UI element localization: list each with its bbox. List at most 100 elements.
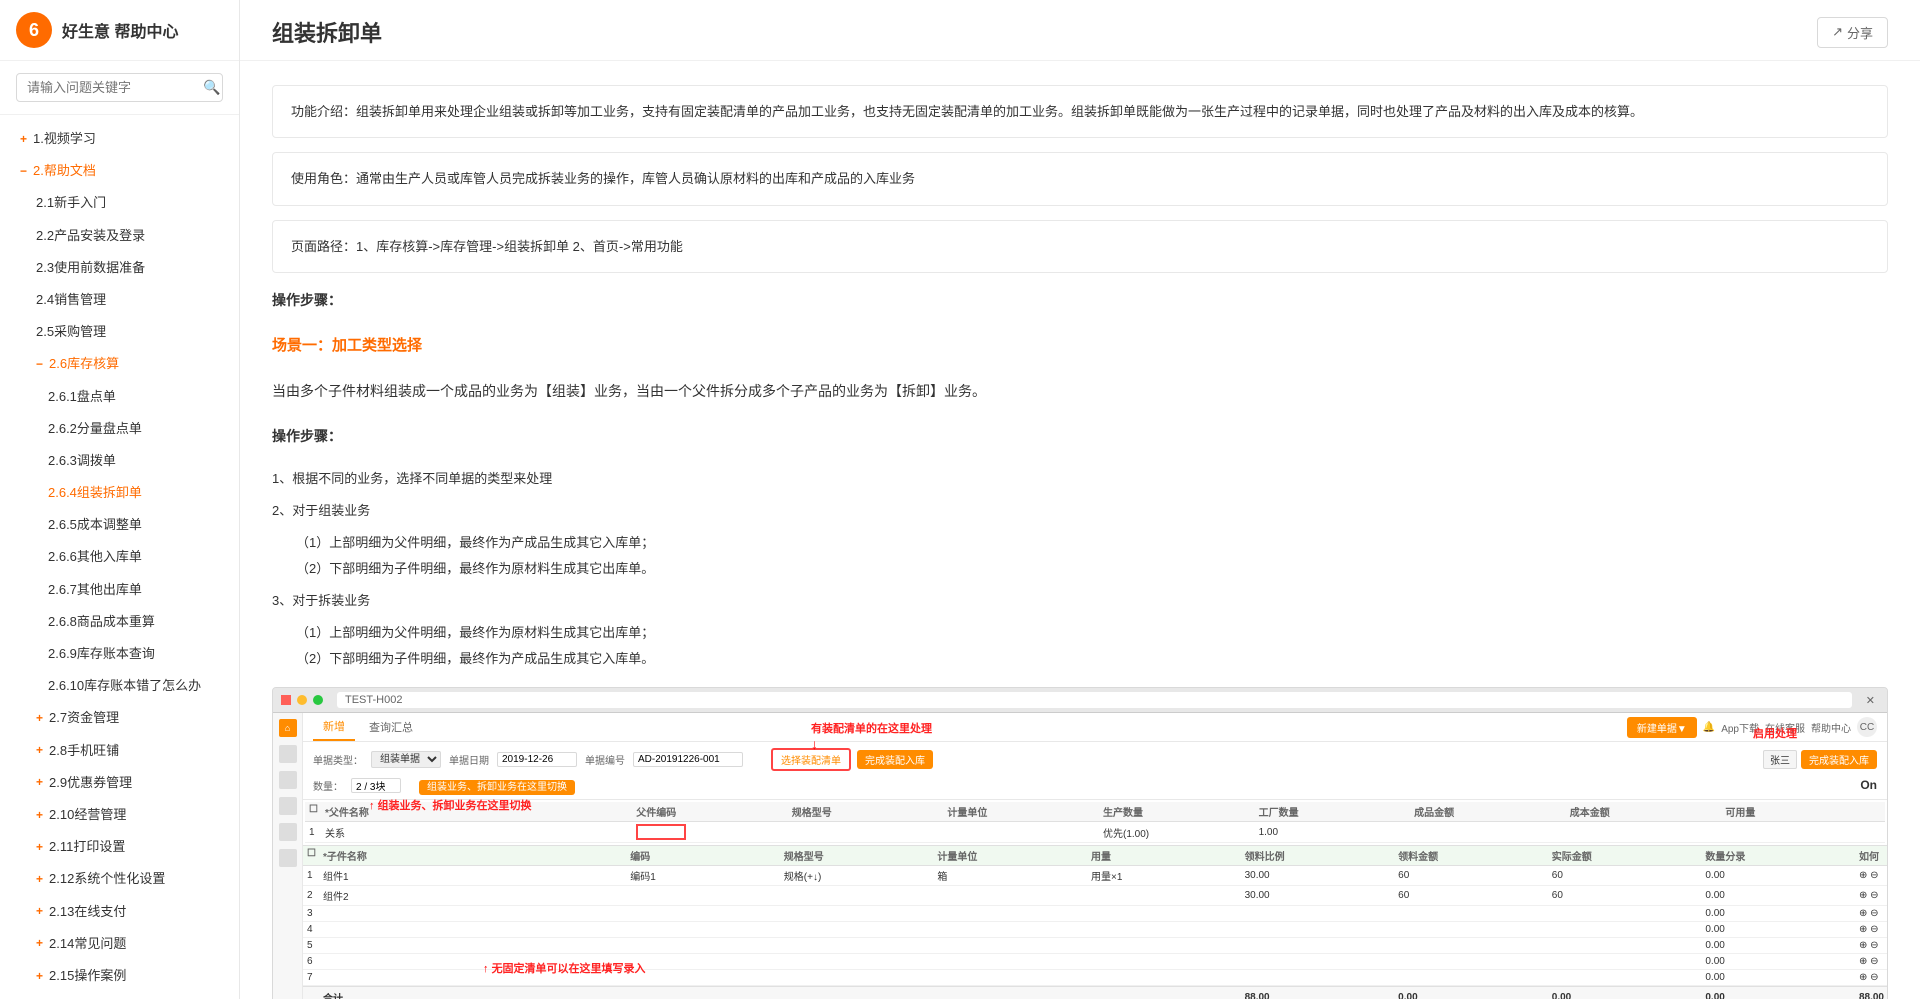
sc-tab-new[interactable]: 新增 [313, 713, 355, 741]
ops-title: 操作步骤： [272, 287, 1888, 314]
sidebar-item-data-prep[interactable]: 2.3使用前数据准备 [0, 252, 239, 284]
sc-lower-row-3: 3 0.00⊕ ⊖ [303, 906, 1887, 922]
step3-2: （2）下部明细为子件明细，最终作为产成品生成其它入库单。 [272, 646, 1888, 671]
sidebar-item-split-stocktake[interactable]: 2.6.2分量盘点单 [0, 413, 239, 445]
sidebar-item-print[interactable]: + 2.11打印设置 [0, 831, 239, 863]
sidebar-item-stock-check[interactable]: 2.6.9库存账本查询 [0, 638, 239, 670]
nav-tree: + 1.视频学习 − 2.帮助文档 2.1新手入门 2.2产品安装及登录 2.3… [0, 115, 239, 999]
sc-toggle-area: 组装业务、拆卸业务在这里切换 ↑ 组装业务、拆卸业务在这里切换 [409, 777, 575, 793]
sidebar-item-transfer[interactable]: 2.6.3调拨单 [0, 445, 239, 477]
sc-qty-input[interactable] [351, 778, 401, 793]
sc-lower-table-header: ☐ *子件名称 编码 规格型号 计量单位 用量 领料比例 领料金额 实际金额 数… [303, 845, 1887, 866]
sc-upper-table-header: ☐ *父件名称 父件编码 规格型号 计量单位 生产数量 工厂数量 成品金额 成本… [305, 802, 1885, 822]
intro-block: 功能介绍：组装拆卸单用来处理企业组装或拆卸等加工业务，支持有固定装配清单的产品加… [272, 85, 1888, 138]
scene-title: 场景一：加工类型选择 [272, 332, 1888, 361]
on-label: On [1860, 778, 1877, 792]
sc-lower-row-1: 1 组件1 编码1 规格(+↓) 箱 用量×1 30.00 60 60 0.00… [303, 866, 1887, 886]
app-logo-icon: 6 [16, 12, 52, 48]
sc-tab-query[interactable]: 查询汇总 [359, 714, 423, 740]
sidebar-item-install[interactable]: 2.2产品安装及登录 [0, 220, 239, 252]
sidebar: 6 好生意 帮助中心 🔍 + 1.视频学习 − 2.帮助文档 2.1新手入门 2… [0, 0, 240, 999]
sc-avatar: CC [1857, 717, 1877, 737]
sidebar-item-mobile[interactable]: + 2.8手机旺铺 [0, 735, 239, 767]
sidebar-item-cases[interactable]: + 2.15操作案例 [0, 960, 239, 992]
collapse-icon-inventory: − [36, 356, 43, 373]
browser-address: TEST-H002 [337, 692, 1852, 708]
sc-part-input[interactable] [636, 824, 686, 840]
sc-left-bar: ⌂ [273, 713, 303, 999]
sidebar-item-settings[interactable]: + 2.12系统个性化设置 [0, 863, 239, 895]
main-header: 组装拆卸单 ↗ 分享 [240, 0, 1920, 61]
expand-icon-ops: + [36, 807, 43, 824]
sidebar-item-newcomer[interactable]: 2.1新手入门 [0, 187, 239, 219]
share-icon: ↗ [1832, 24, 1843, 40]
sidebar-item-inventory[interactable]: − 2.6库存核算 [0, 348, 239, 380]
sidebar-item-docs[interactable]: − 2.帮助文档 [0, 155, 239, 187]
annotation-bottom: ↑ 无固定清单可以在这里填写录入 [483, 960, 646, 976]
sc-icon-4 [279, 797, 297, 815]
step3: 3、对于拆装业务 [272, 589, 1888, 612]
search-input[interactable] [27, 80, 203, 95]
logo-area: 6 好生意 帮助中心 [0, 0, 239, 61]
sc-top-actions: 新建单据▼ 🔔 App下载 在线客服 帮助中心 CC [1627, 717, 1877, 738]
sidebar-item-stocktake[interactable]: 2.6.1盘点单 [0, 381, 239, 413]
sc-icon-6 [279, 849, 297, 867]
annotation-top: 有装配清单的在这里处理 ↓ [811, 720, 932, 752]
sidebar-item-video[interactable]: + 1.视频学习 [0, 123, 239, 155]
role-block: 使用角色：通常由生产人员或库管人员完成拆装业务的操作，库管人员确认原材料的出库和… [272, 152, 1888, 205]
sidebar-item-coupon[interactable]: + 2.9优惠券管理 [0, 767, 239, 799]
sc-new-btn[interactable]: 新建单据▼ [1627, 717, 1697, 738]
sc-number-label: 单据编号 [585, 752, 625, 767]
expand-icon-mobile: + [36, 742, 43, 759]
sidebar-item-other-out[interactable]: 2.6.7其他出库单 [0, 574, 239, 606]
sc-save-btn[interactable]: 完成装配入库 [1801, 750, 1877, 769]
sidebar-item-capital[interactable]: + 2.7资金管理 [0, 702, 239, 734]
sc-icon-bell: 🔔 [1703, 722, 1715, 733]
app-name: 好生意 帮助中心 [62, 18, 178, 42]
scene-desc: 当由多个子件材料组装成一个成品的业务为【组装】业务，当由一个父件拆分成多个子产品… [272, 378, 1888, 405]
sc-confirm-btn[interactable]: 完成装配入库 [857, 750, 933, 769]
step1: 1、根据不同的业务，选择不同单据的类型来处理 [272, 467, 1888, 490]
expand-icon: + [20, 131, 27, 148]
sc-status-area: 启用处理 张三 完成装配入库 [1763, 750, 1877, 769]
step2: 2、对于组装业务 [272, 499, 1888, 522]
expand-icon-cases: + [36, 968, 43, 985]
sidebar-item-stock-error[interactable]: 2.6.10库存账本错了怎么办 [0, 670, 239, 702]
main-content: 功能介绍：组装拆卸单用来处理企业组装或拆卸等加工业务，支持有固定装配清单的产品加… [240, 61, 1920, 999]
sidebar-item-sales[interactable]: 2.4销售管理 [0, 284, 239, 316]
sc-top-bar: 新增 查询汇总 新建单据▼ 🔔 App下载 在线客服 帮助中心 [303, 713, 1887, 742]
sc-footer: 合计 88.00 0.00 0.00 0.00 88.00 [303, 986, 1887, 999]
sc-date-input[interactable] [497, 752, 577, 767]
sc-lower-table: 1 组件1 编码1 规格(+↓) 箱 用量×1 30.00 60 60 0.00… [303, 866, 1887, 986]
sc-lower-row-5: 5 0.00⊕ ⊖ [303, 938, 1887, 954]
collapse-icon: − [20, 163, 27, 180]
sc-date-label: 单据日期 [449, 752, 489, 767]
step2-1: （1）上部明细为父件明细，最终作为产成品生成其它入库单； [272, 530, 1888, 555]
sc-number-input[interactable] [633, 752, 743, 767]
search-box[interactable]: 🔍 [16, 73, 223, 102]
sc-type-label: 单据类型： [313, 752, 363, 767]
sidebar-item-cost-adjust[interactable]: 2.6.5成本调整单 [0, 509, 239, 541]
sidebar-item-online-pay[interactable]: + 2.13在线支付 [0, 896, 239, 928]
sc-home-icon: ⌂ [279, 719, 297, 737]
share-button[interactable]: ↗ 分享 [1817, 17, 1888, 48]
sc-enabled-area: On [1860, 778, 1877, 792]
sidebar-item-assembly[interactable]: 2.6.4组装拆卸单 [0, 477, 239, 509]
sidebar-item-other-in[interactable]: 2.6.6其他入库单 [0, 541, 239, 573]
expand-icon-online-pay: + [36, 903, 43, 920]
screenshot-close-icon: ✕ [1866, 694, 1875, 707]
search-icon[interactable]: 🔍 [203, 79, 220, 96]
sidebar-item-faq[interactable]: + 2.14常见问题 [0, 928, 239, 960]
sidebar-item-purchase[interactable]: 2.5采购管理 [0, 316, 239, 348]
sidebar-item-ops[interactable]: + 2.10经营管理 [0, 799, 239, 831]
search-area: 🔍 [0, 61, 239, 115]
sc-type-select[interactable]: 组装单据 拆卸单据 [371, 751, 441, 768]
expand-icon-print: + [36, 839, 43, 856]
sidebar-item-goods-cost[interactable]: 2.6.8商品成本重算 [0, 606, 239, 638]
annotation-middle: ↑ 组装业务、拆卸业务在这里切换 [369, 797, 532, 813]
page-title: 组装拆卸单 [272, 16, 382, 48]
sc-operator-field: 张三 [1763, 750, 1797, 769]
sc-icon-3 [279, 771, 297, 789]
steps-title: 操作步骤： [272, 423, 1888, 450]
step3-1: （1）上部明细为父件明细，最终作为原材料生成其它出库单； [272, 620, 1888, 645]
